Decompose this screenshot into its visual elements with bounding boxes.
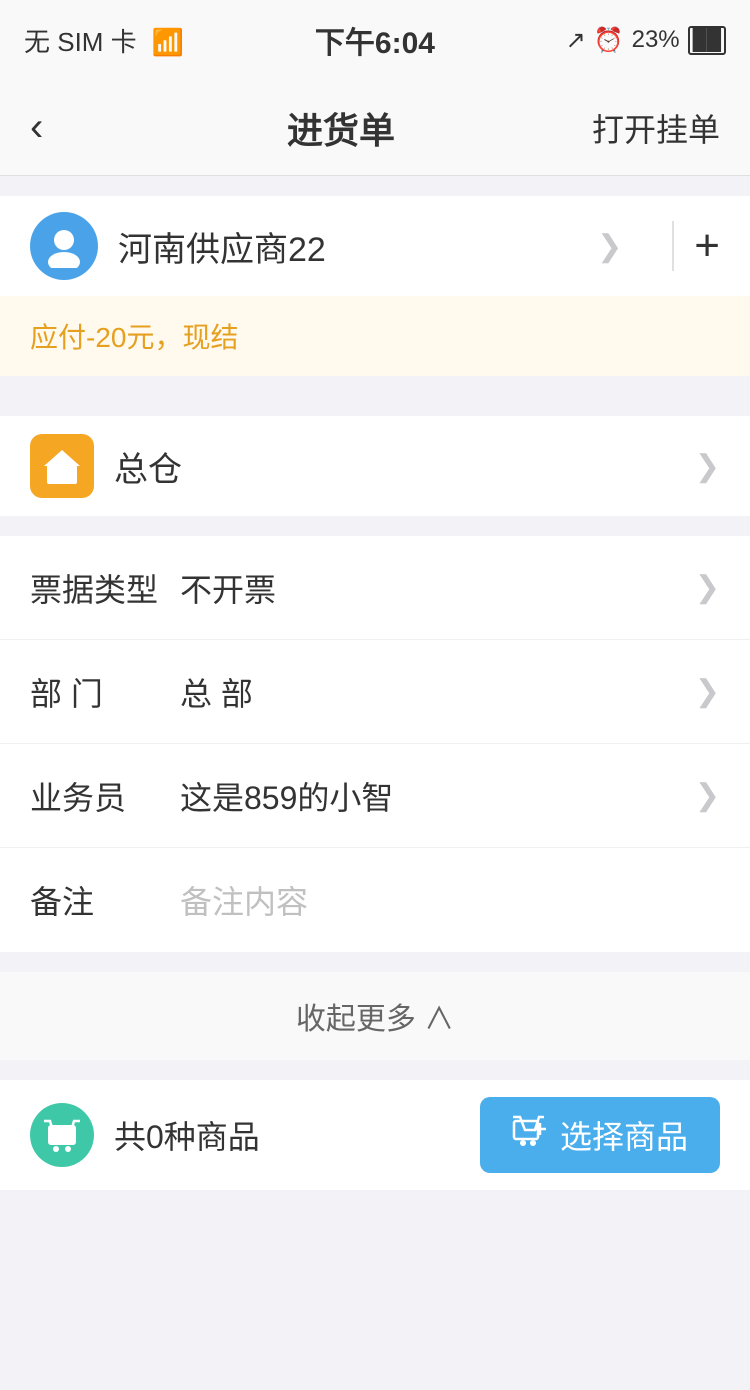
supplier-row[interactable]: 河南供应商22 ❯ +	[0, 196, 750, 296]
open-pending-button[interactable]: 打开挂单	[592, 105, 720, 151]
warehouse-row[interactable]: 总仓 ❯	[0, 416, 750, 516]
salesperson-value: 这是859的小智	[170, 773, 695, 819]
remark-value: 备注内容	[170, 877, 720, 923]
select-product-button[interactable]: 选择商品	[480, 1097, 720, 1173]
add-cart-icon	[512, 1113, 548, 1149]
warehouse-arrow-icon: ❯	[695, 449, 720, 484]
product-icon	[30, 1103, 94, 1167]
select-product-label: 选择商品	[560, 1112, 688, 1158]
status-time: 下午6:04	[315, 18, 435, 62]
user-icon	[42, 224, 86, 268]
salesperson-row[interactable]: 业务员 这是859的小智 ❯	[0, 744, 750, 848]
product-count: 共0种商品	[114, 1112, 260, 1158]
background-rest	[0, 1190, 750, 1390]
department-value: 总 部	[170, 669, 695, 715]
product-info: 共0种商品	[30, 1103, 260, 1167]
cart-icon	[42, 1115, 82, 1155]
remark-label: 备注	[30, 877, 170, 923]
status-carrier: 无 SIM 卡 📶	[24, 22, 184, 59]
supplier-divider	[672, 221, 674, 271]
battery-icon: ██	[688, 26, 726, 55]
supplier-name: 河南供应商22	[118, 222, 597, 271]
alarm-icon: ⏰	[594, 26, 624, 55]
status-bar: 无 SIM 卡 📶 下午6:04 ↗ ⏰ 23% ██	[0, 0, 750, 80]
salesperson-label: 业务员	[30, 773, 170, 819]
status-right: ↗ ⏰ 23% ██	[566, 26, 726, 55]
supplier-avatar	[30, 212, 98, 280]
department-arrow-icon: ❯	[695, 674, 720, 709]
supplier-arrow-icon: ❯	[597, 229, 622, 264]
invoice-type-label: 票据类型	[30, 565, 170, 611]
bottom-bar: 共0种商品 选择商品	[0, 1080, 750, 1190]
invoice-type-arrow-icon: ❯	[695, 570, 720, 605]
battery-text: 23%	[632, 26, 680, 54]
notice-banner: 应付-20元，现结	[0, 296, 750, 376]
invoice-type-row[interactable]: 票据类型 不开票 ❯	[0, 536, 750, 640]
warehouse-name: 总仓	[114, 442, 695, 491]
salesperson-arrow-icon: ❯	[695, 778, 720, 813]
gap-2	[0, 376, 750, 396]
remark-row[interactable]: 备注 备注内容	[0, 848, 750, 952]
nav-bar: ‹ 进货单 打开挂单	[0, 80, 750, 176]
page-title: 进货单	[287, 102, 395, 154]
gap-1	[0, 176, 750, 196]
select-product-icon	[512, 1113, 548, 1158]
collapse-row[interactable]: 收起更多 ∧	[0, 972, 750, 1060]
collapse-label: 收起更多 ∧	[296, 994, 454, 1038]
add-supplier-button[interactable]: +	[694, 221, 720, 271]
home-icon	[42, 446, 82, 486]
invoice-type-value: 不开票	[170, 565, 695, 611]
warehouse-icon	[30, 434, 94, 498]
department-row[interactable]: 部 门 总 部 ❯	[0, 640, 750, 744]
back-button[interactable]: ‹	[30, 105, 90, 150]
form-section: 票据类型 不开票 ❯ 部 门 总 部 ❯ 业务员 这是859的小智 ❯ 备注 备…	[0, 536, 750, 952]
location-icon: ↗	[566, 26, 586, 55]
department-label: 部 门	[30, 669, 170, 715]
